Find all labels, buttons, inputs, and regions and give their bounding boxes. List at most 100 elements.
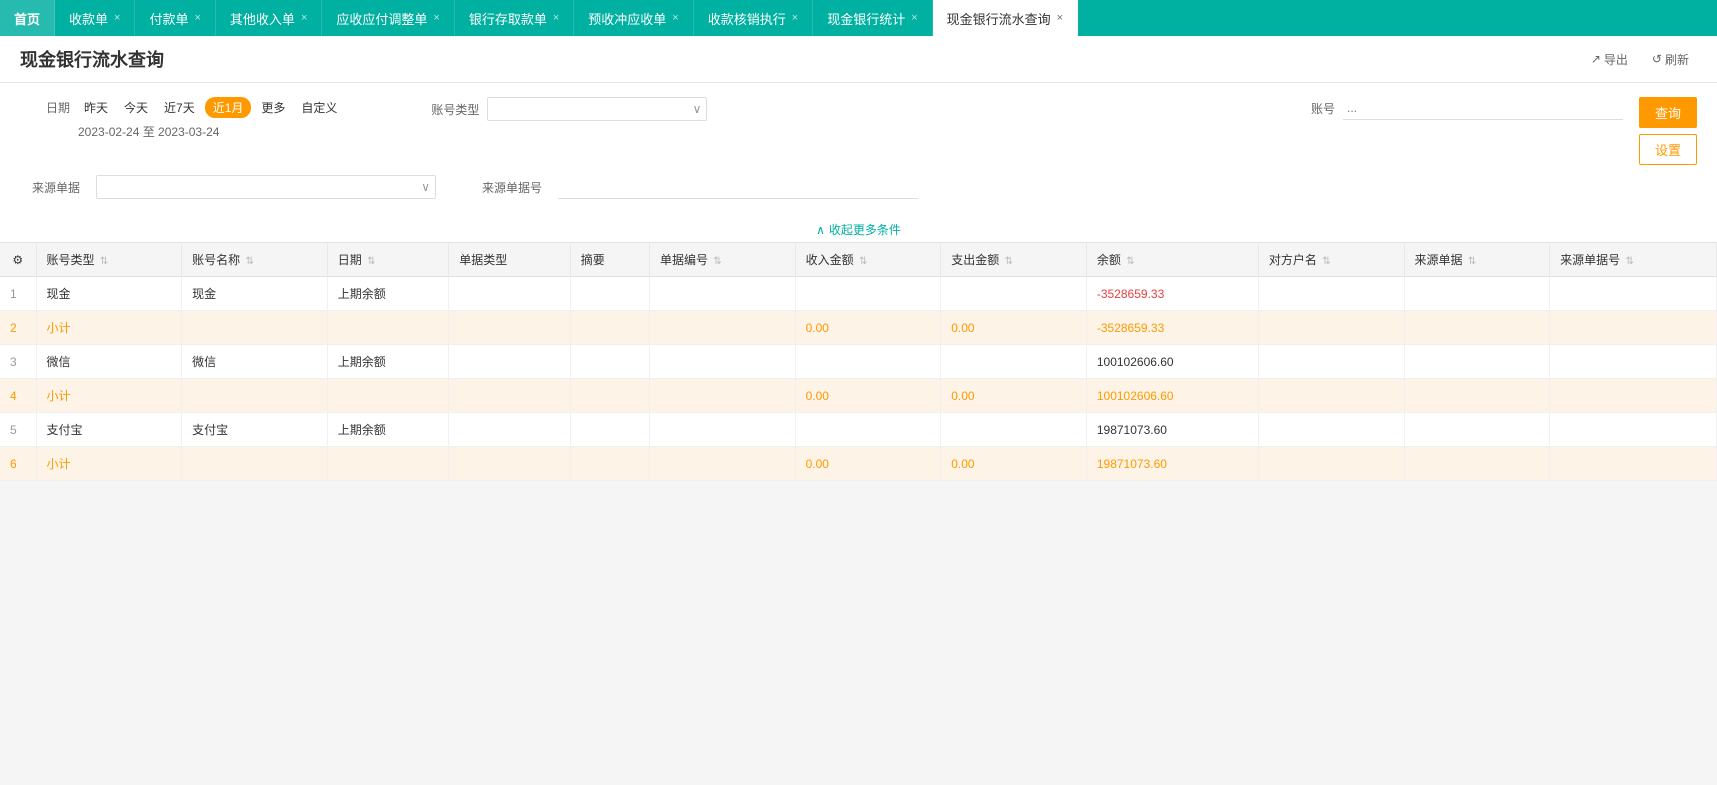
date-more[interactable]: 更多 (255, 97, 291, 118)
close-icon[interactable]: × (194, 12, 200, 24)
header-actions: ↗ 导出 ↺ 刷新 (1583, 47, 1697, 72)
nav-home[interactable]: 首页 (0, 0, 55, 36)
nav-receipt[interactable]: 收款单 × (55, 0, 135, 36)
cell-source-doc-no (1550, 379, 1717, 413)
close-icon[interactable]: × (301, 12, 307, 24)
cell-expense: 0.00 (941, 379, 1087, 413)
cell-counterparty (1258, 311, 1404, 345)
cell-counterparty (1258, 345, 1404, 379)
cell-expense (941, 413, 1087, 447)
table-row: 3 微信 微信 上期余额 100102606.60 (0, 345, 1717, 379)
sort-icon: ⇅ (859, 256, 867, 267)
collapse-bar[interactable]: ∧ 收起更多条件 (20, 217, 1697, 242)
date-yesterday[interactable]: 昨天 (78, 97, 114, 118)
source-doc-select-wrapper: ∨ (96, 175, 436, 199)
cell-income: 0.00 (795, 447, 941, 481)
sort-icon: ⇅ (1468, 256, 1476, 267)
col-source-doc[interactable]: 来源单据 ⇅ (1404, 243, 1550, 277)
nav-collection[interactable]: 收款核销执行 × (694, 0, 813, 36)
col-account-type[interactable]: 账号类型 ⇅ (36, 243, 182, 277)
close-icon[interactable]: × (433, 12, 439, 24)
col-doc-type[interactable]: 单据类型 (449, 243, 570, 277)
data-table: ⚙ 账号类型 ⇅ 账号名称 ⇅ 日期 ⇅ 单据类型 摘要 (0, 242, 1717, 481)
setting-button[interactable]: 设置 (1639, 134, 1697, 165)
query-button[interactable]: 查询 (1639, 97, 1697, 128)
col-settings[interactable]: ⚙ (0, 243, 36, 277)
cell-source-doc (1404, 311, 1550, 345)
cell-counterparty (1258, 379, 1404, 413)
cell-income: 0.00 (795, 311, 941, 345)
date-options: 昨天 今天 近7天 近1月 更多 自定义 (78, 97, 343, 118)
source-doc-no-input[interactable] (558, 176, 918, 199)
date-today[interactable]: 今天 (118, 97, 154, 118)
close-icon[interactable]: × (114, 12, 120, 24)
cell-account-name: 支付宝 (182, 413, 328, 447)
cell-expense: 0.00 (941, 311, 1087, 345)
cell-date (327, 447, 448, 481)
nav-bank-stats[interactable]: 现金银行统计 × (813, 0, 932, 36)
cell-account-type: 小计 (36, 379, 182, 413)
table-row: 6 小计 0.00 0.00 19871073.60 (0, 447, 1717, 481)
col-balance[interactable]: 余额 ⇅ (1086, 243, 1258, 277)
cell-income (795, 345, 941, 379)
cell-source-doc (1404, 447, 1550, 481)
page-header: 现金银行流水查询 ↗ 导出 ↺ 刷新 (0, 36, 1717, 83)
col-summary[interactable]: 摘要 (570, 243, 649, 277)
cell-expense (941, 345, 1087, 379)
cell-date: 上期余额 (327, 277, 448, 311)
cell-summary (570, 277, 649, 311)
cell-balance: 100102606.60 (1086, 379, 1258, 413)
nav-adjustment[interactable]: 应收应付调整单 × (322, 0, 454, 36)
nav-payment[interactable]: 付款单 × (135, 0, 215, 36)
cell-balance: 100102606.60 (1086, 345, 1258, 379)
close-icon[interactable]: × (792, 12, 798, 24)
cell-date (327, 379, 448, 413)
account-input[interactable] (1343, 97, 1623, 120)
cell-account-type: 微信 (36, 345, 182, 379)
col-income[interactable]: 收入金额 ⇅ (795, 243, 941, 277)
collapse-up-icon: ∧ (816, 223, 825, 237)
cell-counterparty (1258, 413, 1404, 447)
col-account-name[interactable]: 账号名称 ⇅ (182, 243, 328, 277)
close-icon[interactable]: × (553, 12, 559, 24)
cell-source-doc-no (1550, 277, 1717, 311)
date-7days[interactable]: 近7天 (158, 97, 201, 118)
close-icon[interactable]: × (672, 12, 678, 24)
cell-summary (570, 413, 649, 447)
account-label: 账号 (1305, 100, 1335, 117)
cell-date: 上期余额 (327, 413, 448, 447)
export-button[interactable]: ↗ 导出 (1583, 47, 1636, 72)
source-doc-select[interactable] (96, 175, 436, 199)
cell-num: 6 (0, 447, 36, 481)
cell-num: 4 (0, 379, 36, 413)
close-icon[interactable]: × (911, 12, 917, 24)
col-doc-no[interactable]: 单据编号 ⇅ (649, 243, 795, 277)
col-counterparty[interactable]: 对方户名 ⇅ (1258, 243, 1404, 277)
filter-section: 日期 昨天 今天 近7天 近1月 更多 自定义 2023-02-24 至 202… (0, 83, 1717, 242)
cell-source-doc (1404, 277, 1550, 311)
cell-balance: 19871073.60 (1086, 447, 1258, 481)
nav-bank-flow[interactable]: 现金银行流水查询 × (933, 0, 1078, 36)
account-type-select[interactable] (487, 97, 707, 121)
date-custom[interactable]: 自定义 (295, 97, 343, 118)
cell-expense: 0.00 (941, 447, 1087, 481)
table-body: 1 现金 现金 上期余额 -3528659.33 2 小计 0.00 0.00 … (0, 277, 1717, 481)
cell-account-name (182, 379, 328, 413)
col-expense[interactable]: 支出金额 ⇅ (941, 243, 1087, 277)
cell-doc-no (649, 277, 795, 311)
refresh-button[interactable]: ↺ 刷新 (1644, 47, 1697, 72)
sort-icon: ⇅ (246, 256, 254, 267)
col-date[interactable]: 日期 ⇅ (327, 243, 448, 277)
cell-summary (570, 447, 649, 481)
col-source-doc-no[interactable]: 来源单据号 ⇅ (1550, 243, 1717, 277)
close-icon[interactable]: × (1057, 12, 1063, 24)
nav-bank-deposit[interactable]: 银行存取款单 × (455, 0, 574, 36)
cell-num: 5 (0, 413, 36, 447)
cell-income: 0.00 (795, 379, 941, 413)
date-1month[interactable]: 近1月 (205, 97, 252, 118)
sort-icon: ⇅ (1322, 256, 1330, 267)
sort-icon: ⇅ (1126, 256, 1134, 267)
nav-advance[interactable]: 预收冲应收单 × (574, 0, 693, 36)
nav-other-income[interactable]: 其他收入单 × (216, 0, 322, 36)
sort-icon: ⇅ (713, 256, 721, 267)
